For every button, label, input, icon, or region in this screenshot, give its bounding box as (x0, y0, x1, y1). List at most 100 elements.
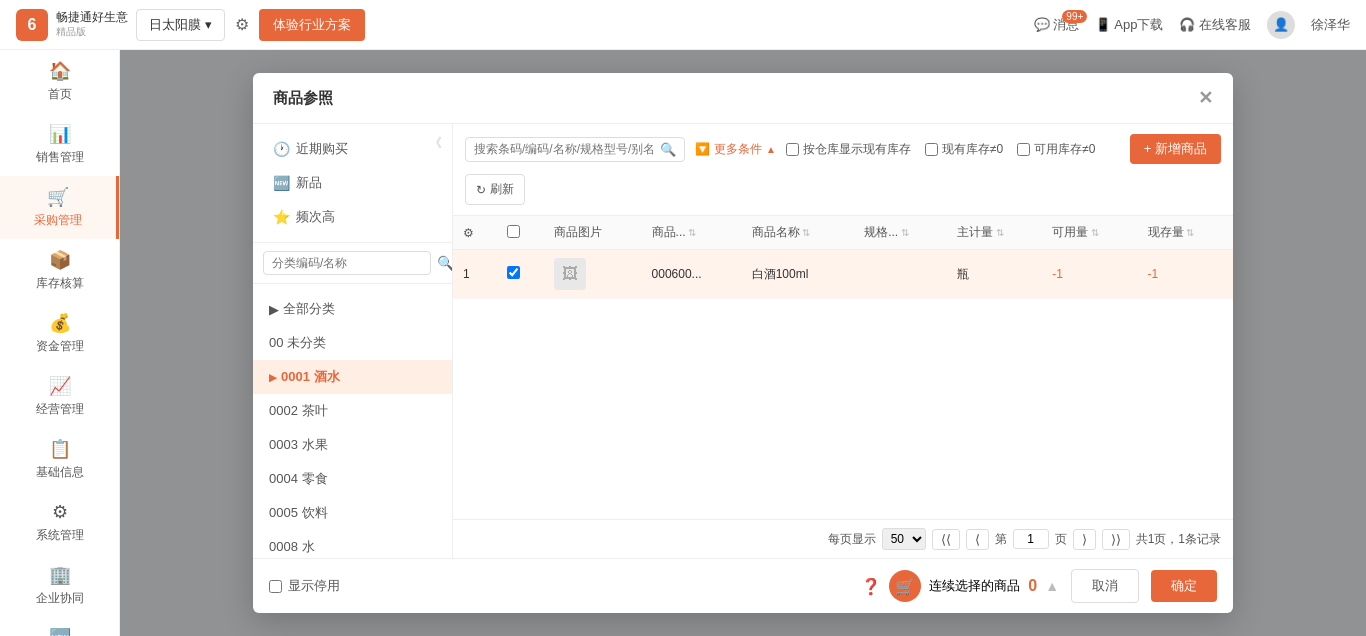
refresh-button[interactable]: ↻ 刷新 (465, 174, 525, 205)
message-icon-wrap[interactable]: 💬 99+ 消息 (1034, 16, 1080, 34)
logo-icon: 6 (16, 9, 48, 41)
online-service[interactable]: 🎧 在线客服 (1179, 16, 1251, 34)
category-search-input[interactable] (263, 251, 431, 275)
cart-icon[interactable]: 🛒 (889, 570, 921, 602)
avatar[interactable]: 👤 (1267, 11, 1295, 39)
sidebar-item-home[interactable]: 🏠 首页 (0, 50, 119, 113)
trial-button[interactable]: 体验行业方案 (259, 9, 365, 41)
sidebar-item-enterprise[interactable]: 🏢 企业协同 (0, 554, 119, 617)
row-unit: 瓶 (947, 250, 1042, 299)
row-num: 1 (453, 250, 497, 299)
col-code[interactable]: 商品... (642, 216, 742, 250)
sidebar-item-inventory[interactable]: 📦 库存核算 (0, 239, 119, 302)
checkbox-has-stock[interactable]: 现有库存≠0 (925, 141, 1003, 158)
per-page-select[interactable]: 50 (882, 528, 926, 550)
filter-checkboxes: 按仓库显示现有库存 现有库存≠0 可用库存≠0 (786, 141, 1096, 158)
checkbox-by-warehouse[interactable]: 按仓库显示现有库存 (786, 141, 911, 158)
assets-icon: 💰 (49, 312, 71, 334)
settings-col-icon: ⚙ (463, 226, 474, 240)
modal-overlay: 商品参照 ✕ 🕐 近期购买 (120, 50, 1366, 636)
col-spec[interactable]: 规格... (854, 216, 947, 250)
checkbox-avail-stock[interactable]: 可用库存≠0 (1017, 141, 1095, 158)
cat-label-0002: 0002 茶叶 (269, 402, 328, 420)
page-number-input[interactable] (1013, 529, 1049, 549)
row-checkbox-cell[interactable] (497, 250, 544, 299)
avatar-icon: 👤 (1273, 17, 1289, 32)
show-disabled-label: 显示停用 (288, 577, 340, 595)
by-warehouse-checkbox[interactable] (786, 143, 799, 156)
modal-body: 🕐 近期购买 🆕 新品 ⭐ 频次高 (253, 124, 1233, 558)
cart-area: ❓ 🛒 连续选择的商品 0 ▲ (861, 570, 1059, 602)
help-icon[interactable]: ❓ (861, 577, 881, 596)
confirm-button[interactable]: 确定 (1151, 570, 1217, 602)
modal-footer: 显示停用 ❓ 🛒 连续选择的商品 0 ▲ 取消 确定 (253, 558, 1233, 613)
message-icon: 💬 (1034, 17, 1050, 32)
col-settings[interactable]: ⚙ (453, 216, 497, 250)
collapse-cart-icon[interactable]: ▲ (1045, 578, 1059, 594)
sidebar-item-guide[interactable]: 🆕 新手引导 (0, 617, 119, 636)
col-unit[interactable]: 主计量 (947, 216, 1042, 250)
add-product-button[interactable]: + 新增商品 (1130, 134, 1221, 164)
quick-recent[interactable]: 🕐 近期购买 (263, 134, 429, 164)
inventory-icon: 📦 (49, 249, 71, 271)
select-all-checkbox[interactable] (507, 225, 520, 238)
store-selector[interactable]: 日太阳膜 ▾ (136, 9, 225, 41)
enterprise-icon: 🏢 (49, 564, 71, 586)
shopping-cart-icon: 🛒 (895, 577, 915, 596)
category-search-icon[interactable]: 🔍 (437, 255, 453, 271)
app-download[interactable]: 📱 App下载 (1095, 16, 1163, 34)
next-page-button[interactable]: ⟩ (1073, 529, 1096, 550)
cat-0005[interactable]: 0005 饮料 (253, 496, 452, 530)
cat-0002[interactable]: 0002 茶叶 (253, 394, 452, 428)
cat-0008[interactable]: 0008 水 (253, 530, 452, 558)
cat-0004[interactable]: 0004 零食 (253, 462, 452, 496)
search-icon[interactable]: 🔍 (660, 142, 676, 157)
table-row[interactable]: 1 🖼 000600... 白酒100ml (453, 250, 1233, 299)
cat-00[interactable]: 00 未分类 (253, 326, 452, 360)
cat-all[interactable]: ▶ 全部分类 (253, 292, 452, 326)
collapse-left-panel-button[interactable]: 《 (429, 134, 442, 152)
refresh-icon: ↻ (476, 183, 486, 197)
col-checkbox[interactable] (497, 216, 544, 250)
cat-label-00: 00 未分类 (269, 334, 326, 352)
cat-0003[interactable]: 0003 水果 (253, 428, 452, 462)
sidebar-label-assets: 资金管理 (36, 338, 84, 355)
modal-left-panel: 🕐 近期购买 🆕 新品 ⭐ 频次高 (253, 124, 453, 558)
more-filter-button[interactable]: 🔽 更多条件 ▲ (695, 141, 776, 158)
sidebar-item-basic[interactable]: 📋 基础信息 (0, 428, 119, 491)
sidebar-item-business[interactable]: 📈 经营管理 (0, 365, 119, 428)
filter-icon: 🔽 (695, 142, 710, 156)
product-search-input[interactable] (474, 142, 654, 156)
show-disabled-toggle[interactable]: 显示停用 (269, 577, 340, 595)
show-disabled-checkbox[interactable] (269, 580, 282, 593)
modal-close-button[interactable]: ✕ (1198, 87, 1213, 109)
sidebar-item-assets[interactable]: 💰 资金管理 (0, 302, 119, 365)
brand-name: 畅捷通好生意 (56, 10, 128, 26)
first-page-button[interactable]: ⟨⟨ (932, 529, 960, 550)
sidebar-item-system[interactable]: ⚙ 系统管理 (0, 491, 119, 554)
avail-stock-checkbox[interactable] (1017, 143, 1030, 156)
settings-icon[interactable]: ⚙ (235, 15, 249, 34)
sidebar-item-sales[interactable]: 📊 销售管理 (0, 113, 119, 176)
quick-new[interactable]: 🆕 新品 (263, 168, 429, 198)
sidebar-item-purchase[interactable]: 🛒 采购管理 (0, 176, 119, 239)
basic-icon: 📋 (49, 438, 71, 460)
row-checkbox[interactable] (507, 266, 520, 279)
col-name[interactable]: 商品名称 (742, 216, 855, 250)
col-img: 商品图片 (544, 216, 641, 250)
navbar: 6 畅捷通好生意 精品版 日太阳膜 ▾ ⚙ 体验行业方案 💬 99+ 消息 📱 … (0, 0, 1366, 50)
row-stock: -1 (1138, 250, 1233, 299)
cat-0001[interactable]: ▶ 0001 酒水 (253, 360, 452, 394)
row-avail: -1 (1042, 250, 1137, 299)
last-page-button[interactable]: ⟩⟩ (1102, 529, 1130, 550)
prev-page-button[interactable]: ⟨ (966, 529, 989, 550)
col-stock[interactable]: 现存量 (1138, 216, 1233, 250)
sidebar-label-enterprise: 企业协同 (36, 590, 84, 607)
row-code: 000600... (642, 250, 742, 299)
system-icon: ⚙ (52, 501, 68, 523)
cancel-button[interactable]: 取消 (1071, 569, 1139, 603)
col-avail[interactable]: 可用量 (1042, 216, 1137, 250)
home-icon: 🏠 (49, 60, 71, 82)
quick-frequent[interactable]: ⭐ 频次高 (263, 202, 429, 232)
has-stock-checkbox[interactable] (925, 143, 938, 156)
